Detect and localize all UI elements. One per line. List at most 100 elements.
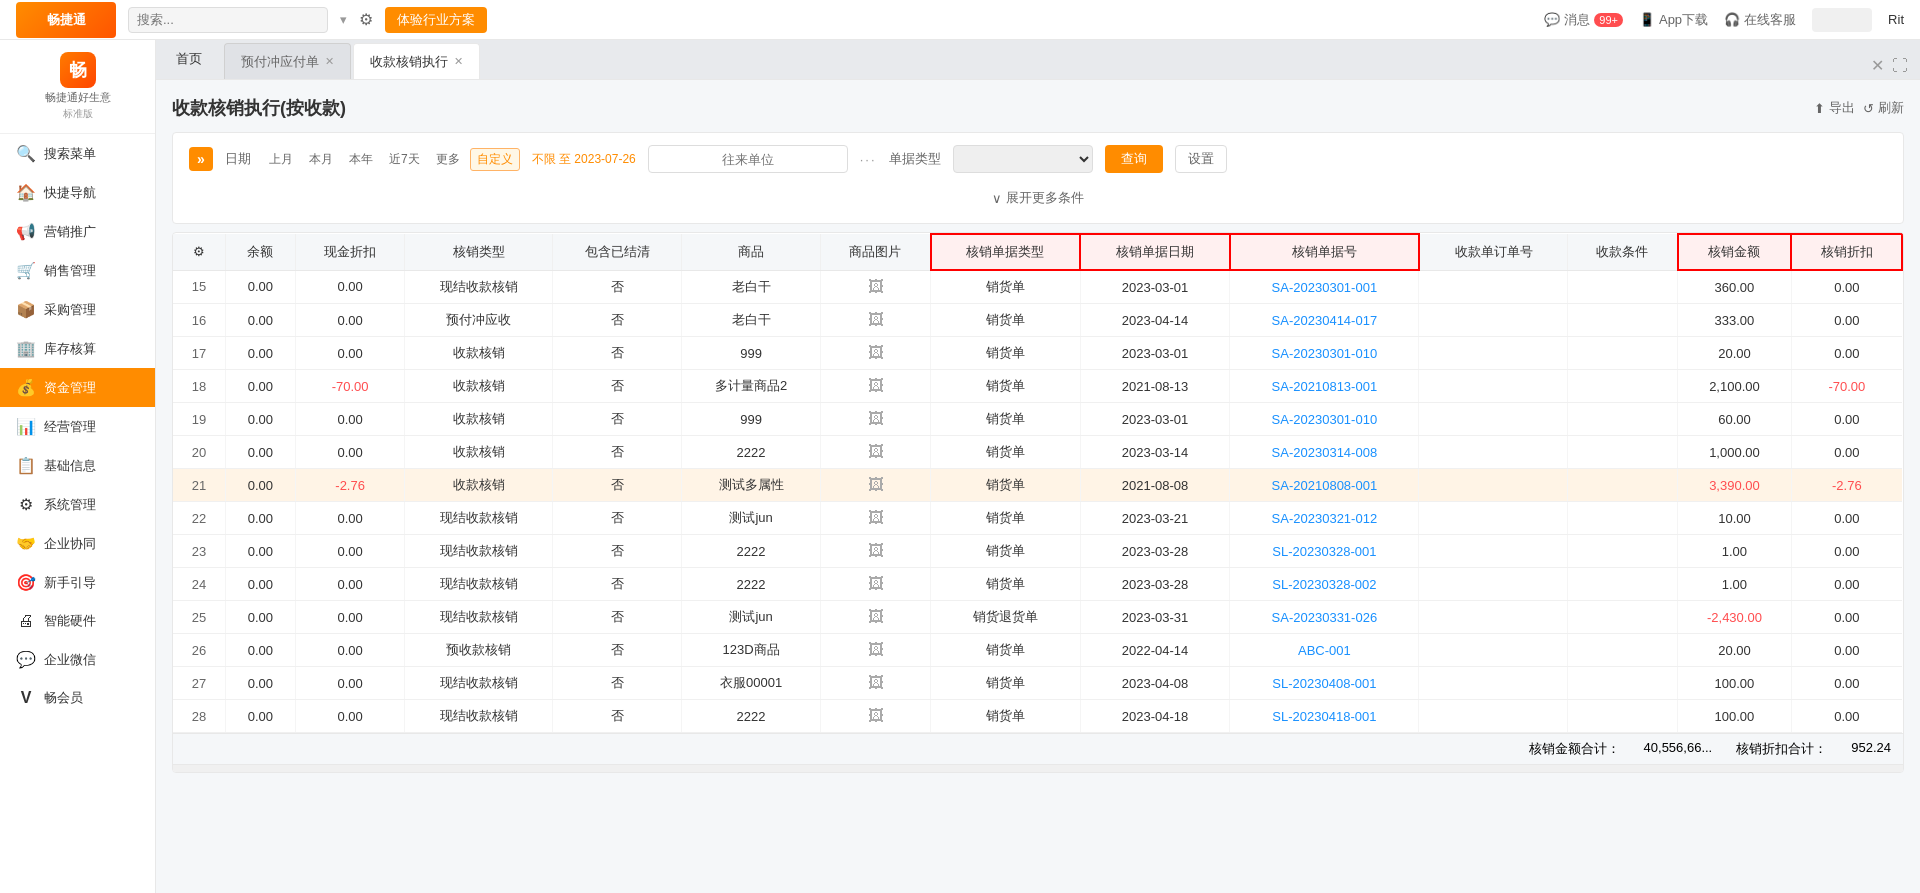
counterparty-input[interactable]	[648, 145, 848, 173]
user-avatar[interactable]	[1812, 8, 1872, 32]
query-btn[interactable]: 查询	[1105, 145, 1163, 173]
app-download-btn[interactable]: 📱 App下载	[1639, 11, 1708, 29]
table-row: 160.000.00预付冲应收否老白干🖼销货单2023-04-14SA-2023…	[173, 304, 1902, 337]
row-write-off-type: 收款核销	[405, 337, 553, 370]
scrollbar-hint[interactable]	[173, 764, 1903, 772]
expand-more-btn[interactable]: ∨ 展开更多条件	[189, 185, 1887, 211]
top-search-input[interactable]	[128, 7, 328, 33]
row-no: 19	[173, 403, 225, 436]
sidebar-item-basic-info[interactable]: 📋 基础信息	[0, 446, 155, 485]
industry-solution-button[interactable]: 体验行业方案	[385, 7, 487, 33]
last-7days-btn[interactable]: 近7天	[383, 149, 426, 170]
sidebar-item-label: 智能硬件	[44, 612, 96, 630]
table-header-row: ⚙ 余额 现金折扣 核销类型 包含已结清 商品 商品图片 核销单据类型 核销单据…	[173, 234, 1902, 270]
row-bill-no[interactable]: SA-20230301-001	[1230, 270, 1419, 304]
row-goods: 2222	[681, 568, 820, 601]
tab-expand-btn[interactable]: ⛶	[1892, 57, 1908, 75]
sidebar-item-purchase[interactable]: 📦 采购管理	[0, 290, 155, 329]
sidebar-logo-icon: 畅	[60, 52, 96, 88]
row-bill-no[interactable]: SL-20230328-001	[1230, 535, 1419, 568]
sidebar-item-member[interactable]: V 畅会员	[0, 679, 155, 717]
last-month-btn[interactable]: 上月	[263, 149, 299, 170]
tab-bar: 首页 预付冲应付单 ✕ 收款核销执行 ✕ ✕ ⛶	[156, 40, 1920, 80]
table-footer: 核销金额合计： 40,556,66... 核销折扣合计： 952.24	[173, 733, 1903, 764]
tab-writeoff[interactable]: 收款核销执行 ✕	[353, 43, 480, 79]
row-discount: 0.00	[1791, 667, 1902, 700]
home-icon: 🏠	[16, 183, 36, 202]
row-bill-no[interactable]: SA-20230314-008	[1230, 436, 1419, 469]
more-date-btn[interactable]: 更多	[430, 149, 466, 170]
tab-bar-actions: ✕ ⛶	[1871, 56, 1920, 79]
headset-icon: 🎧	[1724, 12, 1740, 27]
row-bill-type: 销货单	[931, 634, 1081, 667]
table-row: 210.00-2.76收款核销否测试多属性🖼销货单2021-08-08SA-20…	[173, 469, 1902, 502]
table-row: 270.000.00现结收款核销否衣服00001🖼销货单2023-04-08SL…	[173, 667, 1902, 700]
tab-prepaid[interactable]: 预付冲应付单 ✕	[224, 43, 351, 79]
table-wrap: ⚙ 余额 现金折扣 核销类型 包含已结清 商品 商品图片 核销单据类型 核销单据…	[172, 232, 1904, 773]
filter-expand-btn[interactable]: »	[189, 147, 213, 171]
sidebar-item-marketing[interactable]: 📢 营销推广	[0, 212, 155, 251]
custom-date-btn[interactable]: 自定义	[470, 148, 520, 171]
sidebar-item-label: 采购管理	[44, 301, 96, 319]
sidebar-item-label: 营销推广	[44, 223, 96, 241]
export-btn[interactable]: ⬆ 导出	[1814, 99, 1855, 117]
sidebar-item-inventory[interactable]: 🏢 库存核算	[0, 329, 155, 368]
row-no: 17	[173, 337, 225, 370]
row-bill-no[interactable]: SL-20230328-002	[1230, 568, 1419, 601]
row-goods: 测试jun	[681, 601, 820, 634]
sidebar-item-wechat[interactable]: 💬 企业微信	[0, 640, 155, 679]
bill-type-select[interactable]	[953, 145, 1093, 173]
message-btn[interactable]: 💬 消息 99+	[1544, 11, 1623, 29]
row-balance: 0.00	[225, 304, 295, 337]
sidebar-item-hardware[interactable]: 🖨 智能硬件	[0, 602, 155, 640]
row-bill-no[interactable]: SL-20230418-001	[1230, 700, 1419, 733]
row-amount: 333.00	[1678, 304, 1792, 337]
tab-home[interactable]: 首页	[156, 40, 222, 79]
row-bill-no[interactable]: SA-20210813-001	[1230, 370, 1419, 403]
th-amount: 核销金额	[1678, 234, 1792, 270]
sidebar-item-funds[interactable]: 💰 资金管理	[0, 368, 155, 407]
sidebar-item-label: 搜索菜单	[44, 145, 96, 163]
row-bill-no[interactable]: SA-20230331-026	[1230, 601, 1419, 634]
tab-writeoff-label: 收款核销执行	[370, 53, 448, 71]
this-year-btn[interactable]: 本年	[343, 149, 379, 170]
row-balance: 0.00	[225, 667, 295, 700]
tab-prepaid-label: 预付冲应付单	[241, 53, 319, 71]
refresh-btn[interactable]: ↺ 刷新	[1863, 99, 1904, 117]
sidebar-item-system[interactable]: ⚙ 系统管理	[0, 485, 155, 524]
table-row: 280.000.00现结收款核销否2222🖼销货单2023-04-18SL-20…	[173, 700, 1902, 733]
row-bill-date: 2023-03-01	[1080, 337, 1230, 370]
th-discount: 核销折扣	[1791, 234, 1902, 270]
tab-prepaid-close[interactable]: ✕	[325, 55, 334, 68]
sidebar-item-guide[interactable]: 🎯 新手引导	[0, 563, 155, 602]
row-bill-no[interactable]: SA-20230321-012	[1230, 502, 1419, 535]
table-row: 260.000.00预收款核销否123D商品🖼销货单2022-04-14ABC-…	[173, 634, 1902, 667]
row-bill-date: 2023-03-21	[1080, 502, 1230, 535]
row-included: 否	[553, 337, 682, 370]
th-settings[interactable]: ⚙	[173, 234, 225, 270]
row-bill-no[interactable]: SL-20230408-001	[1230, 667, 1419, 700]
sidebar-item-management[interactable]: 📊 经营管理	[0, 407, 155, 446]
filter-setting-btn[interactable]: 设置	[1175, 145, 1227, 173]
row-bill-no[interactable]: SA-20210808-001	[1230, 469, 1419, 502]
row-goods-img: 🖼	[821, 304, 931, 337]
sidebar-item-search[interactable]: 🔍 搜索菜单	[0, 134, 155, 173]
row-bill-no[interactable]: SA-20230301-010	[1230, 403, 1419, 436]
top-arrow-icon[interactable]: ▾	[340, 12, 347, 27]
tab-close-all-btn[interactable]: ✕	[1871, 56, 1884, 75]
row-write-off-type: 收款核销	[405, 403, 553, 436]
sidebar-item-sales[interactable]: 🛒 销售管理	[0, 251, 155, 290]
this-month-btn[interactable]: 本月	[303, 149, 339, 170]
tab-writeoff-close[interactable]: ✕	[454, 55, 463, 68]
row-bill-no[interactable]: SA-20230301-010	[1230, 337, 1419, 370]
online-service-btn[interactable]: 🎧 在线客服	[1724, 11, 1796, 29]
sidebar-item-enterprise[interactable]: 🤝 企业协同	[0, 524, 155, 563]
row-goods: 衣服00001	[681, 667, 820, 700]
row-cash-discount: -2.76	[296, 469, 405, 502]
top-gear-icon[interactable]: ⚙	[359, 10, 373, 29]
row-bill-no[interactable]: ABC-001	[1230, 634, 1419, 667]
row-bill-no[interactable]: SA-20230414-017	[1230, 304, 1419, 337]
sidebar-item-nav[interactable]: 🏠 快捷导航	[0, 173, 155, 212]
row-no: 25	[173, 601, 225, 634]
row-condition	[1568, 370, 1678, 403]
